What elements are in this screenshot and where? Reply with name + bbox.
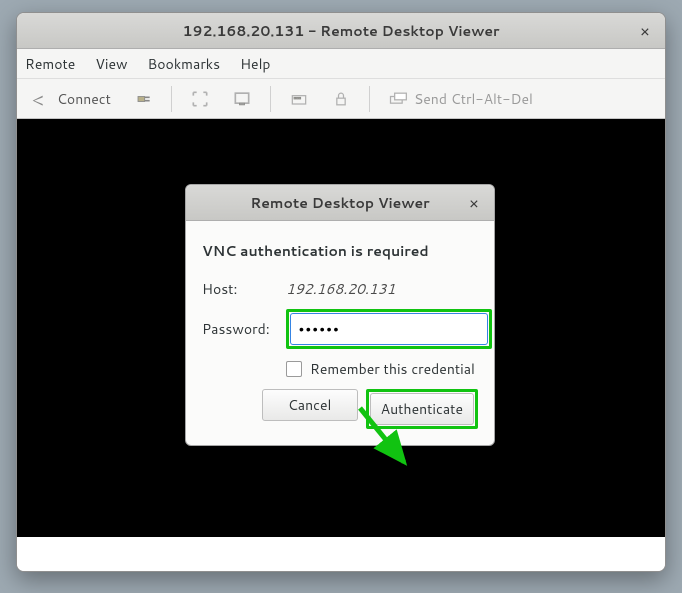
window-title: 192.168.20.131 - Remote Desktop Viewer	[182, 21, 499, 41]
plug-icon	[133, 89, 153, 109]
screenshot-button[interactable]	[226, 85, 258, 113]
remember-checkbox[interactable]	[286, 361, 302, 377]
remember-label: Remember this credential	[310, 359, 475, 379]
separator	[171, 86, 172, 112]
password-highlight	[286, 309, 492, 349]
dialog-titlebar: Remote Desktop Viewer ×	[186, 185, 494, 221]
send-keys-button[interactable]: Send Ctrl-Alt-Del	[382, 85, 539, 113]
lock-icon	[331, 89, 351, 109]
host-value: 192.168.20.131	[286, 279, 395, 299]
password-field[interactable]	[290, 313, 488, 345]
menu-bookmarks[interactable]: Bookmarks	[148, 54, 221, 74]
main-window: 192.168.20.131 - Remote Desktop Viewer ×…	[16, 12, 666, 572]
dialog-title: Remote Desktop Viewer	[250, 193, 429, 213]
main-titlebar: 192.168.20.131 - Remote Desktop Viewer ×	[17, 13, 665, 49]
menu-view[interactable]: View	[95, 54, 127, 74]
keyboard-button[interactable]	[283, 85, 315, 113]
cancel-button[interactable]: Cancel	[262, 389, 358, 421]
host-label: Host:	[202, 279, 286, 299]
menu-remote[interactable]: Remote	[25, 54, 75, 74]
password-label: Password:	[202, 319, 286, 339]
send-keys-label: Send Ctrl-Alt-Del	[414, 89, 533, 109]
dialog-close-button[interactable]: ×	[464, 193, 484, 213]
fullscreen-button[interactable]	[184, 85, 216, 113]
send-keys-icon	[388, 89, 408, 109]
toolbar: Connect Send Ctrl-Alt-Del	[17, 79, 665, 119]
connect-icon	[31, 89, 51, 109]
connect-label: Connect	[57, 89, 111, 109]
auth-dialog: Remote Desktop Viewer × VNC authenticati…	[185, 184, 495, 446]
screenshot-icon	[232, 89, 252, 109]
authenticate-button[interactable]: Authenticate	[370, 393, 474, 425]
separator	[270, 86, 271, 112]
fullscreen-icon	[190, 89, 210, 109]
menu-help[interactable]: Help	[240, 54, 270, 74]
menubar: Remote View Bookmarks Help	[17, 49, 665, 79]
keyboard-icon	[289, 89, 309, 109]
window-close-button[interactable]: ×	[635, 21, 655, 41]
authenticate-highlight: Authenticate	[366, 389, 478, 429]
disconnect-button[interactable]	[127, 85, 159, 113]
lock-button[interactable]	[325, 85, 357, 113]
dialog-heading: VNC authentication is required	[202, 241, 478, 261]
dialog-body: VNC authentication is required Host: 192…	[186, 221, 494, 445]
viewport: Remote Desktop Viewer × VNC authenticati…	[17, 119, 665, 571]
separator	[369, 86, 370, 112]
connect-button[interactable]: Connect	[25, 85, 117, 113]
